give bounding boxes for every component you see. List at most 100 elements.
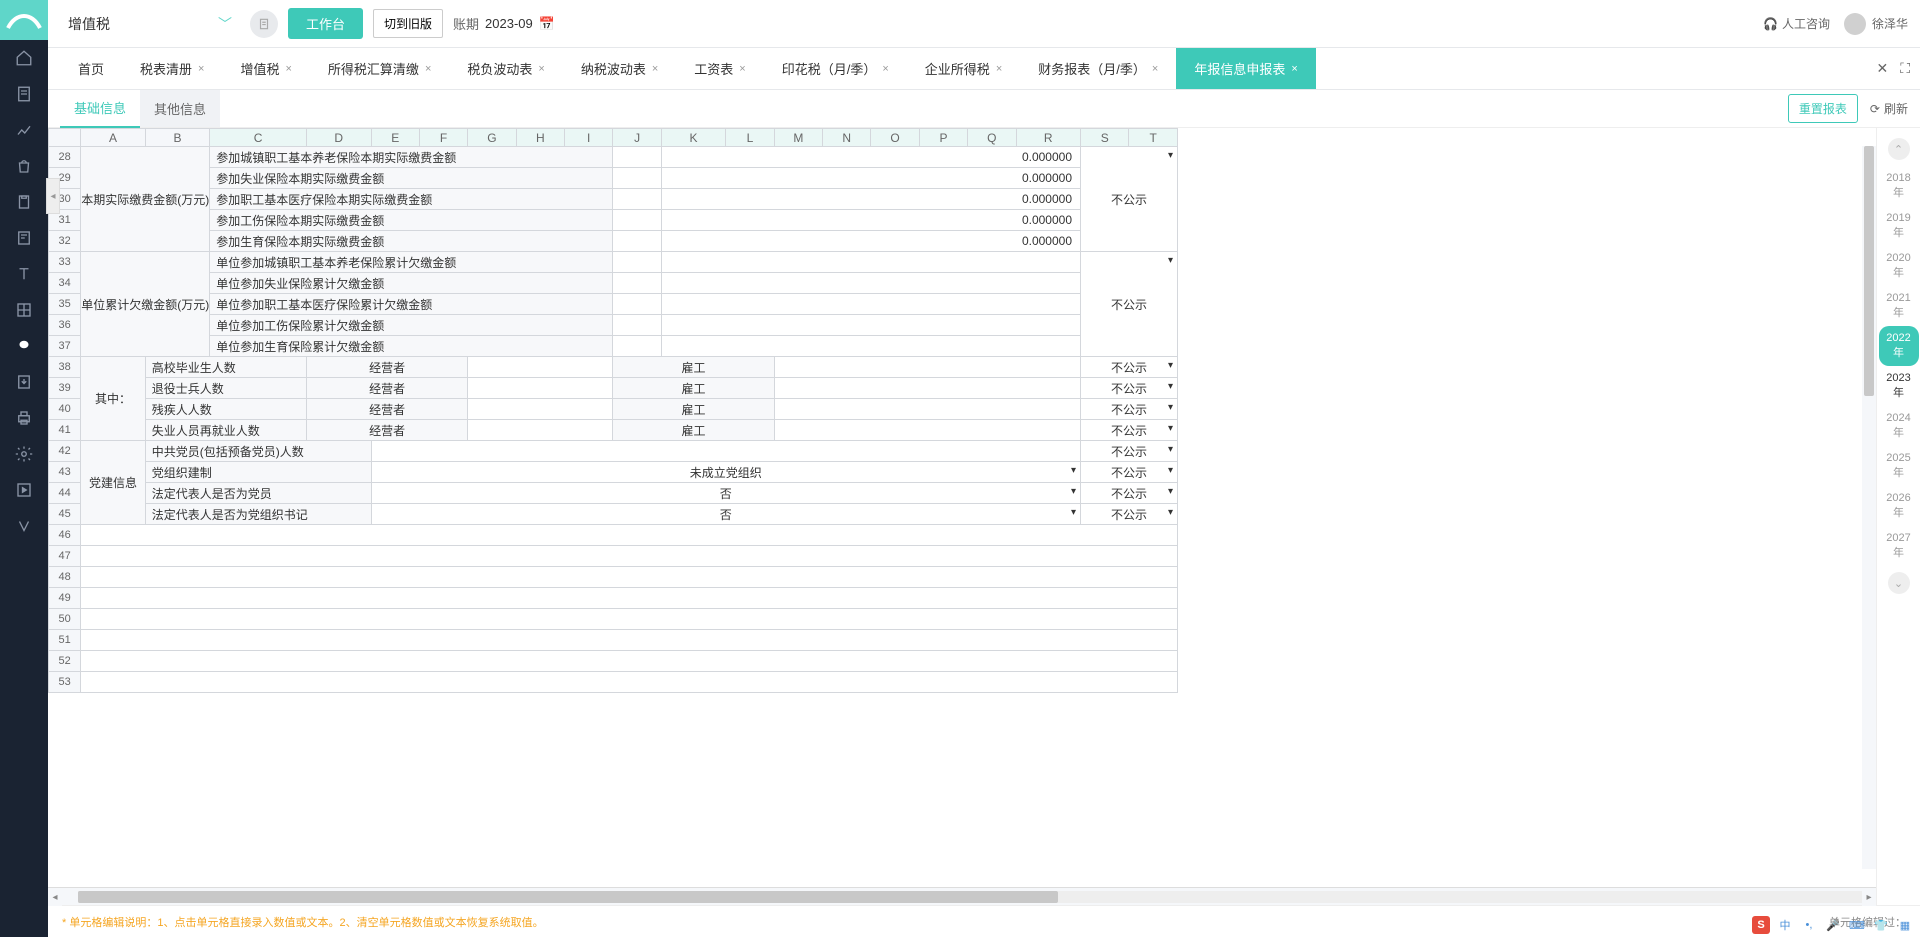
cell[interactable] [81,651,1178,672]
row-header[interactable]: 44 [49,483,81,504]
reset-button[interactable]: 重置报表 [1788,94,1858,123]
cell[interactable] [81,609,1178,630]
cell[interactable] [661,294,1080,315]
tab-增值税[interactable]: 增值税× [222,48,309,89]
ime-punct-icon[interactable]: •, [1800,916,1818,934]
nav-doc-icon[interactable] [0,76,48,112]
row-header[interactable]: 40 [49,399,81,420]
row-header[interactable]: 50 [49,609,81,630]
nav-grid-icon[interactable] [0,292,48,328]
user-menu[interactable]: 徐泽华 [1844,13,1908,35]
cell-label[interactable]: 单位参加工伤保险累计欠缴金额 [210,315,613,336]
cell[interactable] [661,273,1080,294]
col-header[interactable]: S [1081,129,1129,147]
row-header[interactable]: 38 [49,357,81,378]
row-header[interactable]: 53 [49,672,81,693]
tab-工资表[interactable]: 工资表× [676,48,763,89]
cell[interactable] [468,420,613,441]
cell-dropdown[interactable]: 不公示 [1081,420,1178,441]
cell-dropdown[interactable]: 不公示 [1081,462,1178,483]
tab-所得税汇算清缴[interactable]: 所得税汇算清缴× [310,48,449,89]
cell[interactable] [81,630,1178,651]
cell[interactable] [613,315,661,336]
cell[interactable] [661,252,1080,273]
cell[interactable] [468,399,613,420]
ime-shirt-icon[interactable]: 👕 [1872,916,1890,934]
cell[interactable] [613,210,661,231]
company-select[interactable]: 增值税 ﹀ [60,10,240,38]
cell-label[interactable]: 法定代表人是否为党组织书记 [145,504,371,525]
cell-value[interactable]: 0.000000 [661,147,1080,168]
cell[interactable] [81,525,1178,546]
cell[interactable] [774,399,1080,420]
col-header[interactable]: J [613,129,661,147]
cell-label[interactable]: 法定代表人是否为党员 [145,483,371,504]
nav-clip-icon[interactable] [0,184,48,220]
tab-年报信息申报表[interactable]: 年报信息申报表× [1176,48,1315,89]
nav-play-icon[interactable] [0,472,48,508]
tab-close-icon[interactable]: × [198,63,204,75]
switch-old-button[interactable]: 切到旧版 [373,9,443,38]
tab-close-icon[interactable]: × [882,63,888,75]
ime-kbd-icon[interactable]: ⌨ [1848,916,1866,934]
refresh-button[interactable]: ⟳ 刷新 [1870,100,1908,117]
scroll-right-icon[interactable]: ▸ [1862,888,1876,906]
nav-chart-icon[interactable] [0,112,48,148]
cell[interactable] [613,336,661,357]
cell-dropdown[interactable]: 否 [371,483,1081,504]
cell[interactable] [613,147,661,168]
col-header[interactable]: H [516,129,564,147]
year-2022年[interactable]: 2022年 [1879,326,1919,366]
calendar-icon[interactable]: 📅 [539,16,555,32]
year-2025年[interactable]: 2025年 [1879,446,1919,486]
cell[interactable] [613,189,661,210]
cell[interactable] [81,588,1178,609]
cell-label[interactable]: 单位参加城镇职工基本养老保险累计欠缴金额 [210,252,613,273]
year-2024年[interactable]: 2024年 [1879,406,1919,446]
cell-label[interactable]: 雇工 [613,378,774,399]
nav-gear-icon[interactable] [0,436,48,472]
row-header[interactable]: 35 [49,294,81,315]
row-header[interactable]: 28 [49,147,81,168]
ime-grid-icon[interactable]: ▦ [1896,916,1914,934]
cell-label[interactable]: 参加工伤保险本期实际缴费金额 [210,210,613,231]
row-header[interactable]: 36 [49,315,81,336]
row-header[interactable]: 43 [49,462,81,483]
scroll-left-icon[interactable]: ◂ [48,888,62,906]
tab-close-all-icon[interactable]: ✕ [1876,60,1888,77]
cell[interactable] [613,231,661,252]
cell-value[interactable]: 0.000000 [661,210,1080,231]
subtab-basic[interactable]: 基础信息 [60,89,140,128]
panel-expand-icon[interactable]: ◂ [46,178,60,214]
cell[interactable] [613,294,661,315]
row-header[interactable]: 34 [49,273,81,294]
col-header[interactable]: M [774,129,822,147]
tab-close-icon[interactable]: × [1152,63,1158,75]
cell[interactable] [661,315,1080,336]
cell-label[interactable]: 高校毕业生人数 [145,357,306,378]
cell-dropdown[interactable]: 不公示 [1081,399,1178,420]
cell-label[interactable]: 雇工 [613,399,774,420]
subtab-other[interactable]: 其他信息 [140,90,220,127]
row-header[interactable]: 51 [49,630,81,651]
period-value[interactable]: 2023-09 [485,16,533,31]
row-header[interactable]: 42 [49,441,81,462]
cell-label[interactable]: 党建信息 [81,441,146,525]
tab-expand-icon[interactable]: ⛶ [1900,60,1910,77]
cell-dropdown[interactable]: 否 [371,504,1081,525]
tab-税表清册[interactable]: 税表清册× [122,48,222,89]
tab-close-icon[interactable]: × [739,63,745,75]
cell[interactable] [774,378,1080,399]
cell[interactable] [613,273,661,294]
col-header[interactable]: F [419,129,467,147]
row-header[interactable]: 39 [49,378,81,399]
cell-label[interactable]: 残疾人人数 [145,399,306,420]
cell[interactable] [81,567,1178,588]
cell-dropdown[interactable]: 未成立党组织 [371,462,1081,483]
nav-home-icon[interactable] [0,40,48,76]
year-2023年[interactable]: 2023年 [1879,366,1919,406]
cell-label[interactable]: 参加城镇职工基本养老保险本期实际缴费金额 [210,147,613,168]
nav-book-icon[interactable] [0,220,48,256]
col-header[interactable]: N [823,129,871,147]
cell-dropdown[interactable]: 不公示 [1081,441,1178,462]
